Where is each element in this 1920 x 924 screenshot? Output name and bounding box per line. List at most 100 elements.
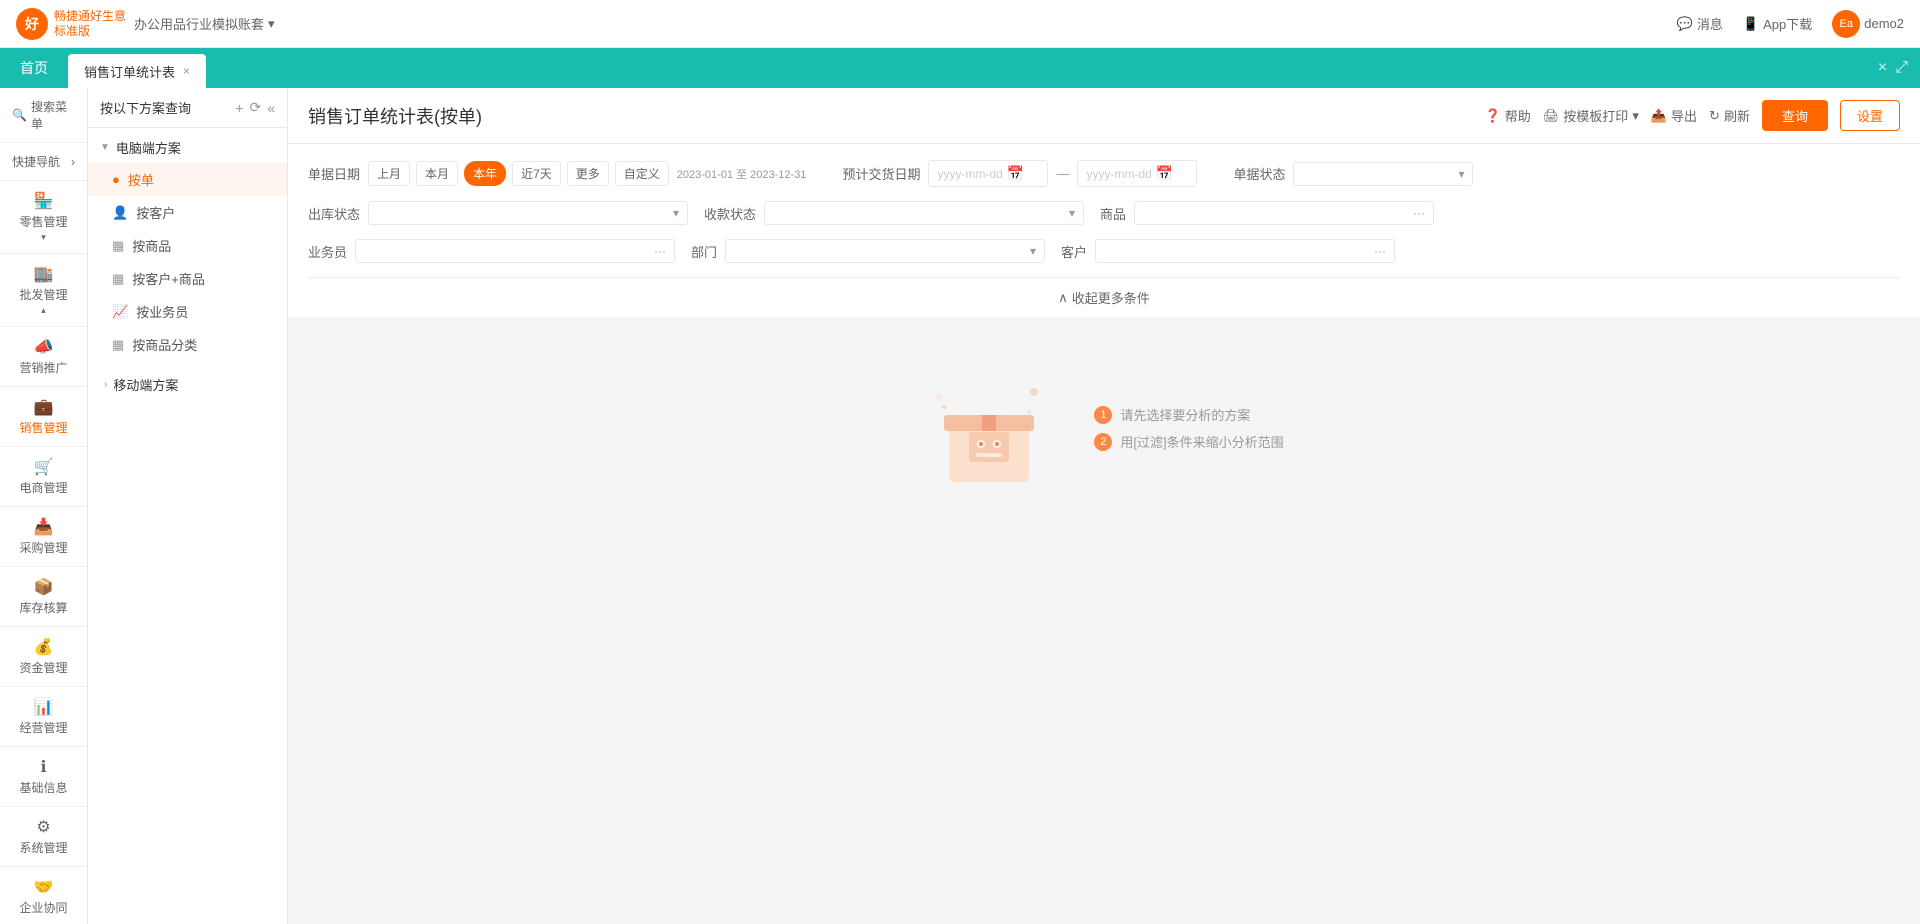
scheme-pc-section-title[interactable]: ▼ 电脑端方案 — [88, 132, 287, 163]
delivery-status-select[interactable]: ▾ — [368, 201, 688, 225]
export-button[interactable]: 📤 导出 — [1651, 106, 1697, 125]
date-filter-label: 单据日期 — [308, 164, 360, 183]
doc-status-select[interactable]: ▾ — [1293, 162, 1473, 186]
tab-close-icon[interactable]: × — [183, 64, 190, 78]
nav-section-ecommerce: 🛒 电商管理 — [0, 447, 87, 507]
tab-sales-summary[interactable]: 销售订单统计表 × — [68, 54, 206, 88]
nav-section-purchase: 📥 采购管理 — [0, 507, 87, 567]
by-product-icon: ▦ — [112, 238, 124, 254]
sidebar-item-retail[interactable]: 🏪 零售管理 ▾ — [0, 181, 87, 253]
salesperson-more-icon[interactable]: ··· — [654, 244, 666, 258]
sidebar-item-inventory[interactable]: 📦 库存核算 — [0, 567, 87, 626]
filter-row-3: 业务员 ··· 部门 ▾ 客户 — [308, 239, 1900, 263]
date-btn-this-year[interactable]: 本年 — [464, 161, 506, 186]
date-btn-custom[interactable]: 自定义 — [615, 161, 669, 186]
dept-chevron-icon: ▾ — [1030, 244, 1036, 258]
close-window-button[interactable]: × — [1878, 59, 1887, 77]
nav-section-wholesale: 🏬 批发管理 ▴ — [0, 254, 87, 327]
date-btn-this-month[interactable]: 本月 — [416, 161, 458, 186]
calendar-start-icon[interactable]: 📅 — [1007, 165, 1024, 182]
sidebar-item-sales[interactable]: 💼 销售管理 — [0, 387, 87, 446]
app-selector[interactable]: 办公用品行业模拟账套 ▾ — [134, 14, 275, 33]
page-title: 销售订单统计表(按单) — [308, 103, 482, 129]
maximize-window-button[interactable]: ⤢ — [1895, 59, 1908, 77]
filter-salesperson: 业务员 ··· — [308, 239, 675, 263]
scheme-refresh-button[interactable]: ⟳ — [249, 99, 261, 116]
delivery-chevron-icon: ▾ — [673, 206, 679, 220]
sales-icon: 💼 — [34, 397, 54, 417]
logo-area: 好 畅捷通好生意 标准版 — [16, 8, 126, 40]
payment-status-select[interactable]: ▾ — [764, 201, 1084, 225]
help-icon: ❓ — [1485, 108, 1501, 124]
query-button[interactable]: 查询 — [1762, 100, 1828, 131]
scheme-add-button[interactable]: + — [235, 100, 243, 116]
goods-select[interactable]: ··· — [1134, 201, 1434, 225]
print-chevron-icon: ▾ — [1632, 108, 1639, 124]
topbar-right: 💬 消息 📱 App下载 Ea demo2 — [1677, 10, 1904, 38]
scheme-item-by-product-cat[interactable]: ▦ 按商品分类 — [88, 328, 287, 361]
scheme-collapse-button[interactable]: « — [267, 100, 275, 116]
sidebar-item-enterprise[interactable]: 🤝 企业协同 — [0, 867, 87, 924]
date-btn-last-7days[interactable]: 近7天 — [512, 161, 561, 186]
scheme-item-by-salesperson[interactable]: 📈 按业务员 — [88, 295, 287, 328]
retail-icon: 🏪 — [34, 191, 54, 211]
sidebar-item-basic[interactable]: ℹ 基础信息 — [0, 747, 87, 806]
ecommerce-icon: 🛒 — [34, 457, 54, 477]
sidebar-item-system[interactable]: ⚙ 系统管理 — [0, 807, 87, 866]
customer-more-icon[interactable]: ··· — [1374, 244, 1386, 258]
customer-label: 客户 — [1061, 242, 1087, 261]
scheme-mobile-section: › 移动端方案 — [88, 365, 287, 404]
export-icon: 📤 — [1651, 108, 1667, 124]
nav-section-retail: 🏪 零售管理 ▾ — [0, 181, 87, 254]
message-button[interactable]: 💬 消息 — [1677, 14, 1723, 33]
tab-home[interactable]: 首页 — [0, 48, 68, 88]
department-select[interactable]: ▾ — [725, 239, 1045, 263]
settings-button[interactable]: 设置 — [1840, 100, 1900, 131]
calendar-end-icon[interactable]: 📅 — [1156, 165, 1173, 182]
print-button[interactable]: 🖨 按模板打印 ▾ — [1543, 106, 1639, 125]
sidebar-item-ecommerce[interactable]: 🛒 电商管理 — [0, 447, 87, 506]
topbar-left: 好 畅捷通好生意 标准版 办公用品行业模拟账套 ▾ — [16, 8, 275, 40]
empty-illustration — [924, 377, 1054, 487]
refresh-button[interactable]: ↻ 刷新 — [1709, 106, 1750, 125]
collapse-bar[interactable]: ∧ 收起更多条件 — [308, 277, 1900, 317]
marketing-icon: 📣 — [34, 337, 54, 357]
filter-customer: 客户 ··· — [1061, 239, 1395, 263]
page-actions: ❓ 帮助 🖨 按模板打印 ▾ 📤 导出 ↻ 刷新 — [1485, 100, 1900, 131]
app-download-button[interactable]: 📱 App下载 — [1743, 14, 1812, 33]
scheme-item-by-product[interactable]: ▦ 按商品 — [88, 229, 287, 262]
empty-svg — [924, 377, 1054, 487]
collapse-up-icon: ∧ — [1058, 290, 1068, 306]
customer-select[interactable]: ··· — [1095, 239, 1395, 263]
tabbar: 首页 销售订单统计表 × × ⤢ — [0, 48, 1920, 88]
sidebar-item-wholesale[interactable]: 🏬 批发管理 ▴ — [0, 254, 87, 326]
logo-icon: 好 — [16, 8, 48, 40]
expected-date-end[interactable]: yyyy-mm-dd 📅 — [1077, 160, 1197, 187]
salesperson-select[interactable]: ··· — [355, 239, 675, 263]
sidebar-search-menu[interactable]: 🔍 搜索菜单 — [0, 88, 87, 143]
logo-text: 畅捷通好生意 标准版 — [54, 9, 126, 38]
sidebar-item-marketing[interactable]: 📣 营销推广 — [0, 327, 87, 386]
nav-section-operations: 📊 经营管理 — [0, 687, 87, 747]
scheme-mobile-section-title[interactable]: › 移动端方案 — [88, 369, 287, 400]
sidebar-quick-nav[interactable]: 快捷导航 › — [0, 143, 87, 181]
user-menu[interactable]: Ea demo2 — [1832, 10, 1904, 38]
nav-section-marketing: 📣 营销推广 — [0, 327, 87, 387]
scheme-item-by-customer-product[interactable]: ▦ 按客户+商品 — [88, 262, 287, 295]
content-area: 按以下方案查询 + ⟳ « ▼ 电脑端方案 ● 按单 👤 按客户 — [88, 88, 1920, 924]
pc-section-arrow: ▼ — [100, 142, 110, 153]
scheme-item-by-order[interactable]: ● 按单 — [88, 163, 287, 196]
filter-date-item: 单据日期 上月 本月 本年 近7天 更多 自定义 2023-01-01 至 20… — [308, 161, 806, 186]
help-button[interactable]: ❓ 帮助 — [1485, 106, 1531, 125]
scheme-item-by-customer[interactable]: 👤 按客户 — [88, 196, 287, 229]
expected-date-start[interactable]: yyyy-mm-dd 📅 — [928, 160, 1048, 187]
system-icon: ⚙ — [36, 817, 50, 837]
sidebar-item-operations[interactable]: 📊 经营管理 — [0, 687, 87, 746]
filter-doc-status: 单据状态 ▾ — [1233, 162, 1473, 186]
sidebar-item-finance[interactable]: 💰 资金管理 — [0, 627, 87, 686]
date-btn-more[interactable]: 更多 — [567, 161, 609, 186]
date-btn-last-month[interactable]: 上月 — [368, 161, 410, 186]
goods-more-icon[interactable]: ··· — [1413, 206, 1425, 220]
print-icon: 🖨 — [1543, 108, 1560, 124]
sidebar-item-purchase[interactable]: 📥 采购管理 — [0, 507, 87, 566]
